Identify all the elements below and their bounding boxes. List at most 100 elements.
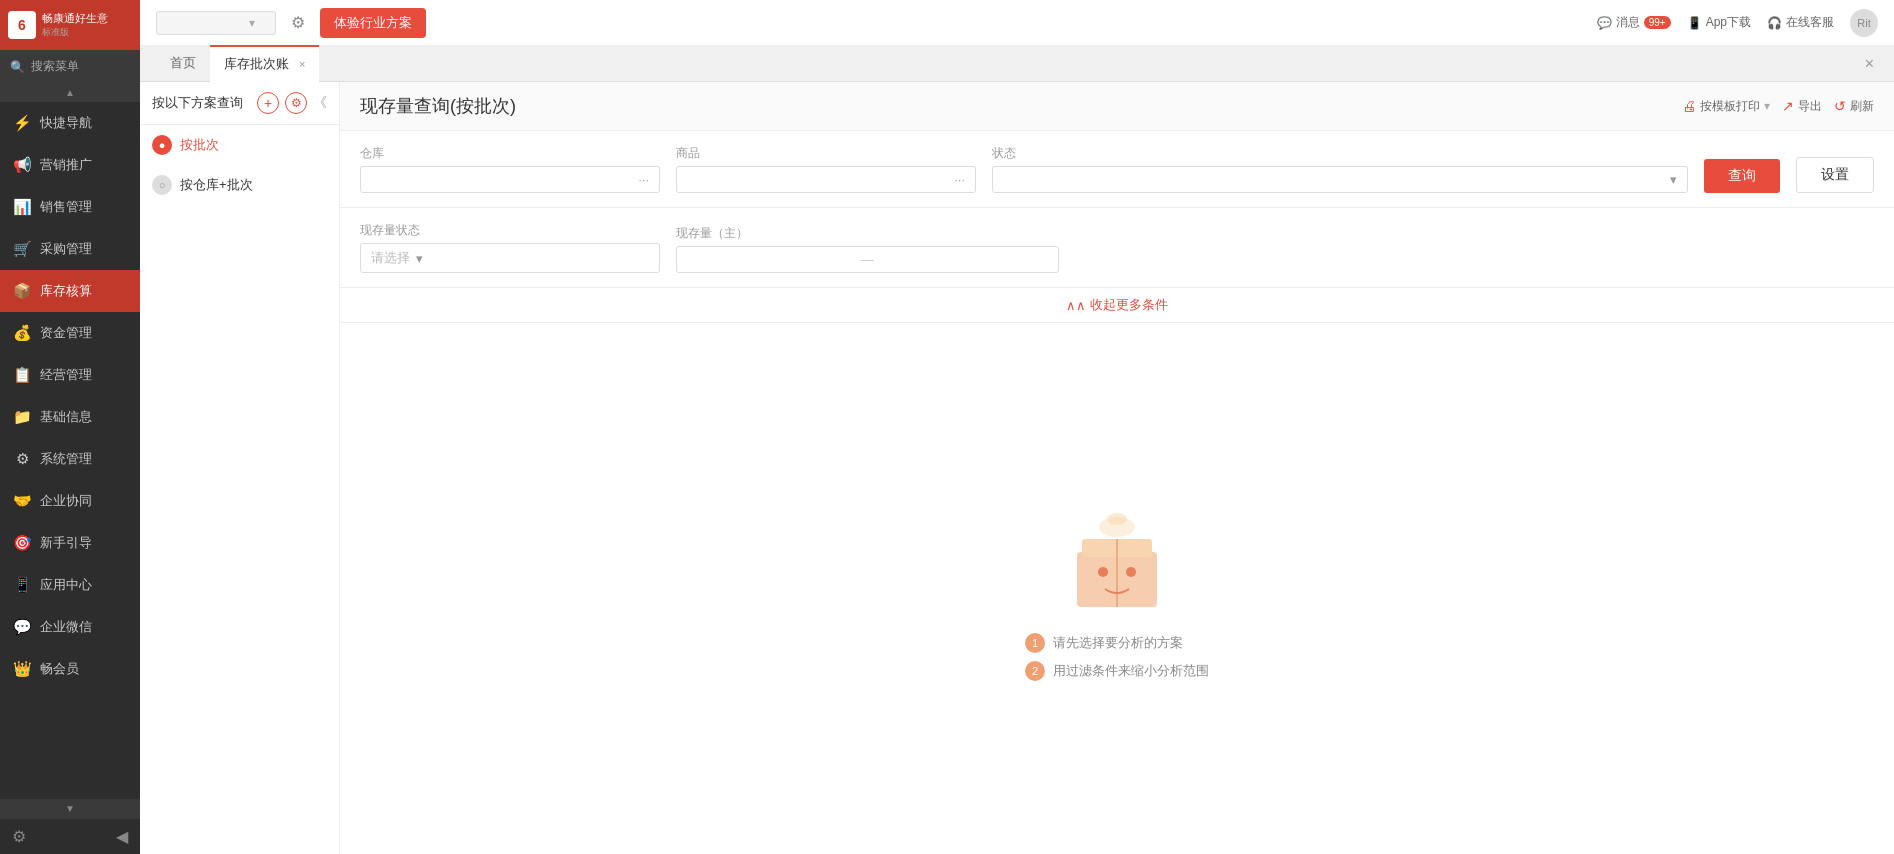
filter-collapse-button[interactable]: 《 [313,94,327,112]
filter-settings-icon: ⚙ [291,96,302,110]
tab-close-icon[interactable]: × [299,58,305,70]
sidebar-bottom: ⚙ ◀ [0,818,140,854]
export-icon: ↗ [1782,98,1794,114]
collapse-more-button[interactable]: ∧∧ 收起更多条件 [340,288,1894,323]
warehouse-input[interactable]: ··· [360,166,660,193]
tab-bar-close-icon[interactable]: × [1861,51,1878,77]
filter-settings-button[interactable]: ⚙ [285,92,307,114]
sidebar-scroll-up[interactable]: ▲ [0,83,140,102]
filter-item-by-batch[interactable]: ● 按批次 [140,125,339,165]
sidebar-title: 畅康通好生意 [42,11,108,25]
sidebar-item-label: 系统管理 [40,450,92,468]
stock-qty-label: 现存量（主） [676,225,1059,242]
current-tab-label: 库存批次账 [224,55,289,73]
status-select[interactable]: ▾ [992,166,1688,193]
hint-text-2: 用过滤条件来缩小分析范围 [1053,662,1209,680]
filter-row-2: 现存量状态 请选择 ▾ 现存量（主） — [340,208,1894,288]
page-title: 现存量查询(按批次) [360,94,516,118]
stock-qty-to-input[interactable] [880,252,1048,267]
experience-button[interactable]: 体验行业方案 [320,8,426,38]
hint-num-2: 2 [1025,661,1045,681]
product-field-group: 商品 ··· [676,145,976,193]
filter-item-by-warehouse-batch[interactable]: ○ 按仓库+批次 [140,165,339,205]
sidebar-item-label: 畅会员 [40,660,79,678]
empty-state: 1 请先选择要分析的方案 2 用过滤条件来缩小分析范围 [340,323,1894,854]
sidebar-item-member[interactable]: 👑 畅会员 [0,648,140,690]
sidebar-item-label: 销售管理 [40,198,92,216]
sidebar-item-system[interactable]: ⚙ 系统管理 [0,438,140,480]
hint-text-1: 请先选择要分析的方案 [1053,634,1183,652]
product-input[interactable]: ··· [676,166,976,193]
chevron-down-icon: ▾ [249,16,255,30]
search-icon: 🔍 [10,60,25,74]
svg-point-4 [1126,567,1136,577]
appstore-icon: 📱 [12,576,32,594]
customer-service-button[interactable]: 🎧 在线客服 [1767,14,1834,31]
query-button[interactable]: 查询 [1704,159,1780,193]
status-chevron-icon: ▾ [1670,172,1677,187]
stock-status-label: 现存量状态 [360,222,660,239]
sidebar-item-quick-nav[interactable]: ⚡ 快捷导航 [0,102,140,144]
sidebar-search[interactable]: 🔍 搜索菜单 [0,50,140,83]
sidebar-item-guide[interactable]: 🎯 新手引导 [0,522,140,564]
warehouse-more-icon[interactable]: ··· [638,172,649,187]
print-dropdown-icon[interactable]: ▾ [1764,99,1770,113]
topbar-left: ▾ ⚙ 体验行业方案 [156,8,1585,38]
workspace-dropdown[interactable]: ▾ [156,11,276,35]
sidebar-item-inventory[interactable]: 📦 库存核算 [0,270,140,312]
inventory-icon: 📦 [12,282,32,300]
user-profile-button[interactable]: Rit [1850,9,1878,37]
sidebar-collapse-icon[interactable]: ◀ [116,827,128,846]
sidebar-settings-icon[interactable]: ⚙ [12,827,26,846]
export-button[interactable]: ↗ 导出 [1782,98,1822,115]
topbar-gear-icon[interactable]: ⚙ [284,9,312,37]
sidebar-item-label: 企业协同 [40,492,92,510]
print-button[interactable]: 🖨 按模板打印 ▾ [1682,98,1770,115]
filter-add-button[interactable]: + [257,92,279,114]
filter-item-icon-red: ● [152,135,172,155]
filter-row-1: 仓库 ··· 商品 ··· 状态 [340,131,1894,208]
sidebar-item-enterprise[interactable]: 🤝 企业协同 [0,480,140,522]
sidebar-scroll-down[interactable]: ▼ [0,799,140,818]
sidebar-item-label: 资金管理 [40,324,92,342]
stock-qty-input[interactable]: — [676,246,1059,273]
sidebar-item-basic-info[interactable]: 📁 基础信息 [0,396,140,438]
sidebar-item-label: 采购管理 [40,240,92,258]
topbar: ▾ ⚙ 体验行业方案 💬 消息 99+ 📱 App下载 🎧 在线客服 Rit [140,0,1894,46]
message-button[interactable]: 💬 消息 99+ [1597,14,1671,31]
sidebar-item-purchase[interactable]: 🛒 采购管理 [0,228,140,270]
sidebar-item-label: 经营管理 [40,366,92,384]
empty-illustration [1057,497,1177,617]
print-label: 按模板打印 [1700,98,1760,115]
app-download-button[interactable]: 📱 App下载 [1687,14,1751,31]
topbar-right: 💬 消息 99+ 📱 App下载 🎧 在线客服 Rit [1597,9,1878,37]
stock-status-select[interactable]: 请选择 ▾ [360,243,660,273]
settings-button[interactable]: 设置 [1796,157,1874,193]
sidebar-item-wechat[interactable]: 💬 企业微信 [0,606,140,648]
tab-home[interactable]: 首页 [156,46,210,82]
marketing-icon: 📢 [12,156,32,174]
stock-qty-from-input[interactable] [687,252,855,267]
home-tab-label: 首页 [170,54,196,72]
avatar: Rit [1850,9,1878,37]
member-icon: 👑 [12,660,32,678]
product-more-icon[interactable]: ··· [954,172,965,187]
refresh-button[interactable]: ↺ 刷新 [1834,98,1874,115]
enterprise-icon: 🤝 [12,492,32,510]
sidebar-item-sales[interactable]: 📊 销售管理 [0,186,140,228]
sidebar-item-appstore[interactable]: 📱 应用中心 [0,564,140,606]
empty-hints: 1 请先选择要分析的方案 2 用过滤条件来缩小分析范围 [1025,633,1209,681]
message-icon: 💬 [1597,16,1612,30]
sidebar-item-label: 营销推广 [40,156,92,174]
sidebar-item-finance[interactable]: 💰 资金管理 [0,312,140,354]
sidebar-item-label: 应用中心 [40,576,92,594]
sidebar-item-label: 基础信息 [40,408,92,426]
sidebar-item-marketing[interactable]: 📢 营销推广 [0,144,140,186]
hint-num-1: 1 [1025,633,1045,653]
collapse-more-label: 收起更多条件 [1090,296,1168,314]
tab-inventory-batch[interactable]: 库存批次账 × [210,45,319,83]
page-title-actions: 🖨 按模板打印 ▾ ↗ 导出 ↺ 刷新 [1682,98,1874,115]
sidebar-item-operations[interactable]: 📋 经营管理 [0,354,140,396]
sidebar-version: 标准版 [42,26,108,39]
filter-item-icon-gray: ○ [152,175,172,195]
